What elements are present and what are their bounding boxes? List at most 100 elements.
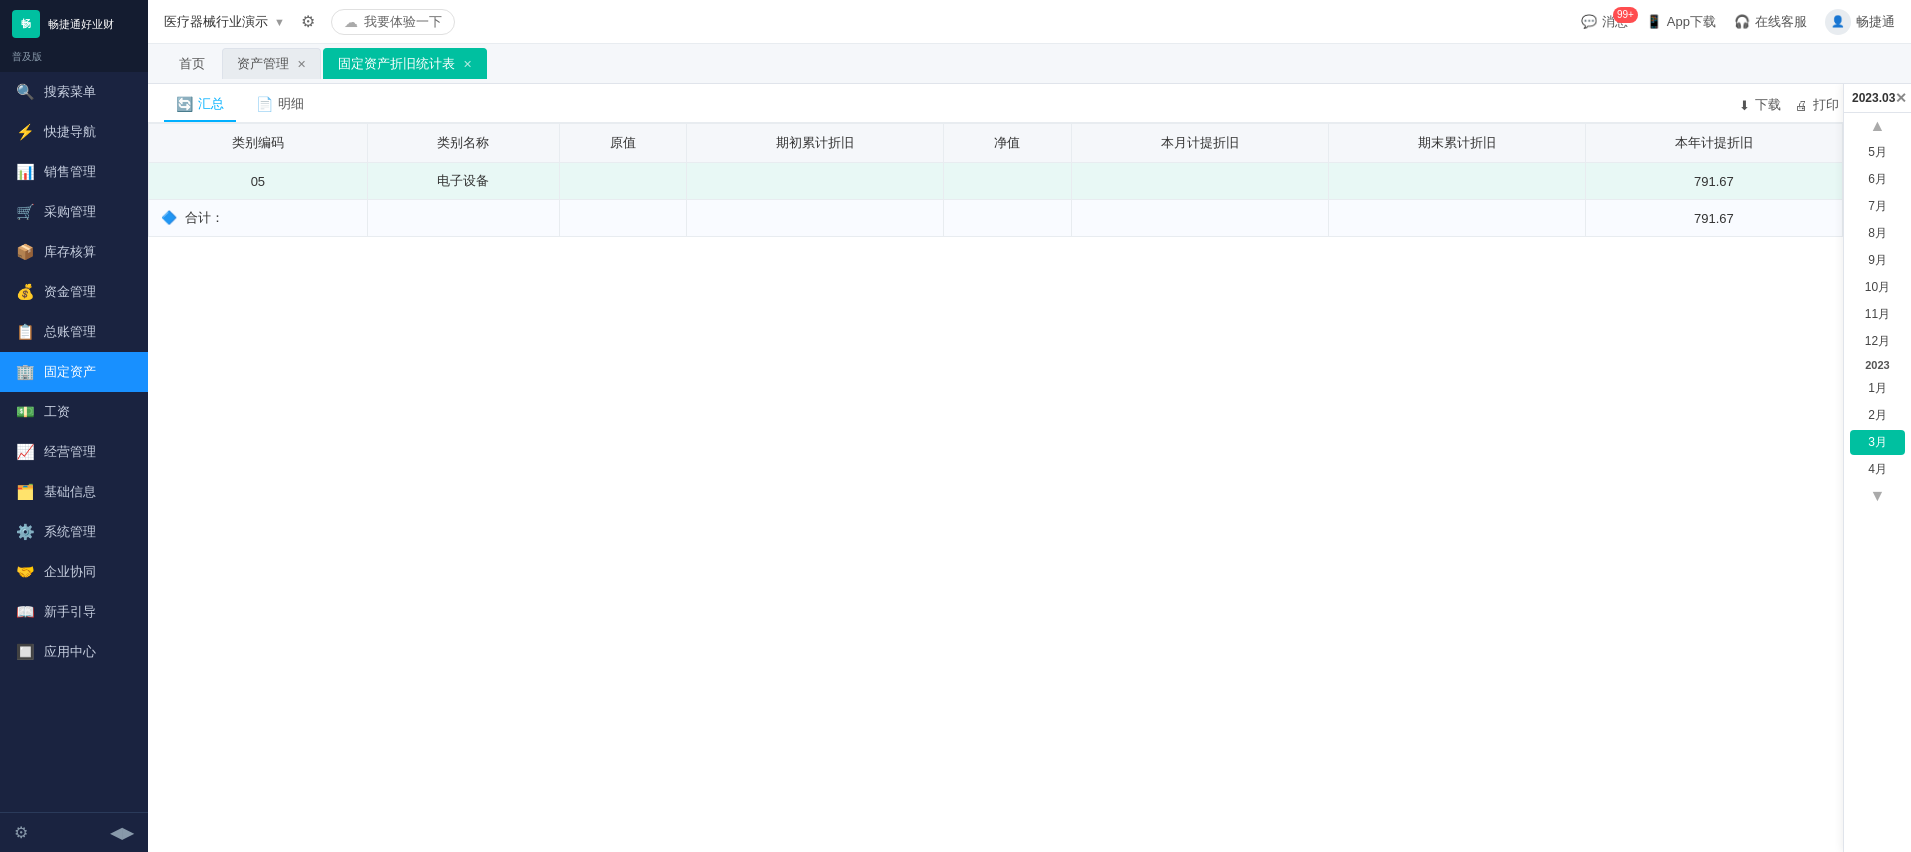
avatar: 👤	[1825, 9, 1851, 35]
date-month-prev-10[interactable]: 10月	[1844, 274, 1911, 301]
app-download-action[interactable]: 📱 App下载	[1646, 13, 1716, 31]
guide-icon: 📖	[16, 603, 34, 621]
total-annual: 791.67	[1585, 200, 1842, 237]
sidebar-item-label: 基础信息	[44, 483, 96, 501]
customer-service-label: 在线客服	[1755, 13, 1807, 31]
sidebar-item-appstore[interactable]: 🔲 应用中心	[0, 632, 148, 672]
date-month-prev-5[interactable]: 5月	[1844, 139, 1911, 166]
date-month-prev-7[interactable]: 7月	[1844, 193, 1911, 220]
date-month-4[interactable]: 4月	[1844, 456, 1911, 483]
sidebar-item-system[interactable]: ⚙️ 系统管理	[0, 512, 148, 552]
row-initial-accum	[687, 163, 944, 200]
operations-icon: 📈	[16, 443, 34, 461]
sidebar-nav: 🔍 搜索菜单 ⚡ 快捷导航 📊 销售管理 🛒 采购管理 📦 库存核算 💰 资金管…	[0, 72, 148, 812]
system-icon: ⚙️	[16, 523, 34, 541]
topbar-right: 💬 消息 99+ 📱 App下载 🎧 在线客服 👤 畅捷通	[1581, 9, 1895, 35]
date-month-1[interactable]: 1月	[1844, 375, 1911, 402]
total-row: 🔷 合计： 791.67	[149, 200, 1843, 237]
ledger-icon: 📋	[16, 323, 34, 341]
collapse-sidebar-icon[interactable]: ◀▶	[110, 823, 134, 842]
cloud-icon: ☁	[344, 14, 358, 30]
sidebar-item-enterprise[interactable]: 🤝 企业协同	[0, 552, 148, 592]
tab-asset-mgmt-close-icon[interactable]: ✕	[297, 58, 306, 71]
sidebar: 畅 畅捷通好业财 普及版 🔍 搜索菜单 ⚡ 快捷导航 📊 销售管理 🛒 采购管理…	[0, 0, 148, 852]
row-monthly	[1071, 163, 1328, 200]
salary-icon: 💵	[16, 403, 34, 421]
print-button[interactable]: 🖨 打印	[1795, 96, 1839, 114]
sub-tab-detail-label: 明细	[278, 95, 304, 113]
tab-depreciation-close-icon[interactable]: ✕	[463, 58, 472, 71]
date-panel: 2023.03 ✕ ⤢ ▲ 5月 6月 7月 8月 9月 10月 11月 12月…	[1843, 84, 1911, 852]
col-net: 净值	[944, 124, 1071, 163]
sales-icon: 📊	[16, 163, 34, 181]
inventory-icon: 📦	[16, 243, 34, 261]
sidebar-item-label: 固定资产	[44, 363, 96, 381]
enterprise-icon: 🤝	[16, 563, 34, 581]
table-row: 05 电子设备 791.67	[149, 163, 1843, 200]
sidebar-item-sales[interactable]: 📊 销售管理	[0, 152, 148, 192]
company-arrow-icon: ▼	[274, 16, 285, 28]
sidebar-item-label: 采购管理	[44, 203, 96, 221]
col-code: 类别编码	[149, 124, 368, 163]
tab-asset-mgmt-label: 资产管理	[237, 55, 289, 73]
row-code: 05	[149, 163, 368, 200]
date-prev-nav[interactable]: ▲	[1844, 113, 1911, 139]
finance-icon: 💰	[16, 283, 34, 301]
tab-asset-mgmt[interactable]: 资产管理 ✕	[222, 48, 321, 79]
row-name: 电子设备	[367, 163, 559, 200]
date-month-prev-11[interactable]: 11月	[1844, 301, 1911, 328]
quicknav-icon: ⚡	[16, 123, 34, 141]
sidebar-item-basic[interactable]: 🗂️ 基础信息	[0, 472, 148, 512]
date-next-nav[interactable]: ▼	[1844, 483, 1911, 509]
date-panel-year-label: 2023.03	[1852, 91, 1895, 105]
date-month-prev-9[interactable]: 9月	[1844, 247, 1911, 274]
row-annual: 791.67	[1585, 163, 1842, 200]
app-icon: 📱	[1646, 14, 1662, 29]
search-icon: 🔍	[16, 83, 34, 101]
sidebar-item-quicknav[interactable]: ⚡ 快捷导航	[0, 112, 148, 152]
sub-tab-detail[interactable]: 📄 明细	[244, 88, 316, 122]
sidebar-item-inventory[interactable]: 📦 库存核算	[0, 232, 148, 272]
message-action[interactable]: 💬 消息 99+	[1581, 13, 1628, 31]
sidebar-item-finance[interactable]: 💰 资金管理	[0, 272, 148, 312]
date-month-prev-6[interactable]: 6月	[1844, 166, 1911, 193]
page-content: 🔄 汇总 📄 明细 ⬇ 下载 🖨 打印 ↻	[148, 84, 1911, 852]
experience-button[interactable]: ☁ 我要体验一下	[331, 9, 455, 35]
purchase-icon: 🛒	[16, 203, 34, 221]
row-original	[559, 163, 686, 200]
date-month-prev-8[interactable]: 8月	[1844, 220, 1911, 247]
tab-depreciation-label: 固定资产折旧统计表	[338, 55, 455, 73]
sidebar-footer: ⚙ ◀▶	[0, 812, 148, 852]
date-month-prev-12[interactable]: 12月	[1844, 328, 1911, 355]
download-button[interactable]: ⬇ 下载	[1739, 96, 1781, 114]
sidebar-item-guide[interactable]: 📖 新手引导	[0, 592, 148, 632]
date-month-2[interactable]: 2月	[1844, 402, 1911, 429]
customer-service-action[interactable]: 🎧 在线客服	[1734, 13, 1807, 31]
sidebar-item-operations[interactable]: 📈 经营管理	[0, 432, 148, 472]
tab-home[interactable]: 首页	[164, 48, 220, 79]
sidebar-item-label: 企业协同	[44, 563, 96, 581]
settings-footer-icon[interactable]: ⚙	[14, 823, 28, 842]
sidebar-item-search[interactable]: 🔍 搜索菜单	[0, 72, 148, 112]
sidebar-item-label: 工资	[44, 403, 70, 421]
basic-icon: 🗂️	[16, 483, 34, 501]
col-period-end: 期末累计折旧	[1328, 124, 1585, 163]
tabs-bar: 首页 资产管理 ✕ 固定资产折旧统计表 ✕	[148, 44, 1911, 84]
download-label: 下载	[1755, 96, 1781, 114]
total-initial-accum	[687, 200, 944, 237]
sidebar-item-label: 搜索菜单	[44, 83, 96, 101]
sub-tab-summary[interactable]: 🔄 汇总	[164, 88, 236, 122]
sidebar-item-purchase[interactable]: 🛒 采购管理	[0, 192, 148, 232]
sidebar-item-ledger[interactable]: 📋 总账管理	[0, 312, 148, 352]
sidebar-item-assets[interactable]: 🏢 固定资产	[0, 352, 148, 392]
experience-label: 我要体验一下	[364, 13, 442, 31]
date-panel-close-icon[interactable]: ✕	[1895, 90, 1907, 106]
user-action[interactable]: 👤 畅捷通	[1825, 9, 1895, 35]
company-selector[interactable]: 医疗器械行业演示 ▼	[164, 13, 285, 31]
tab-depreciation[interactable]: 固定资产折旧统计表 ✕	[323, 48, 487, 79]
logo-icon: 畅	[12, 10, 40, 38]
sidebar-item-label: 快捷导航	[44, 123, 96, 141]
sidebar-item-salary[interactable]: 💵 工资	[0, 392, 148, 432]
settings-icon[interactable]: ⚙	[301, 12, 315, 31]
date-month-3-current[interactable]: 3月	[1850, 430, 1905, 455]
